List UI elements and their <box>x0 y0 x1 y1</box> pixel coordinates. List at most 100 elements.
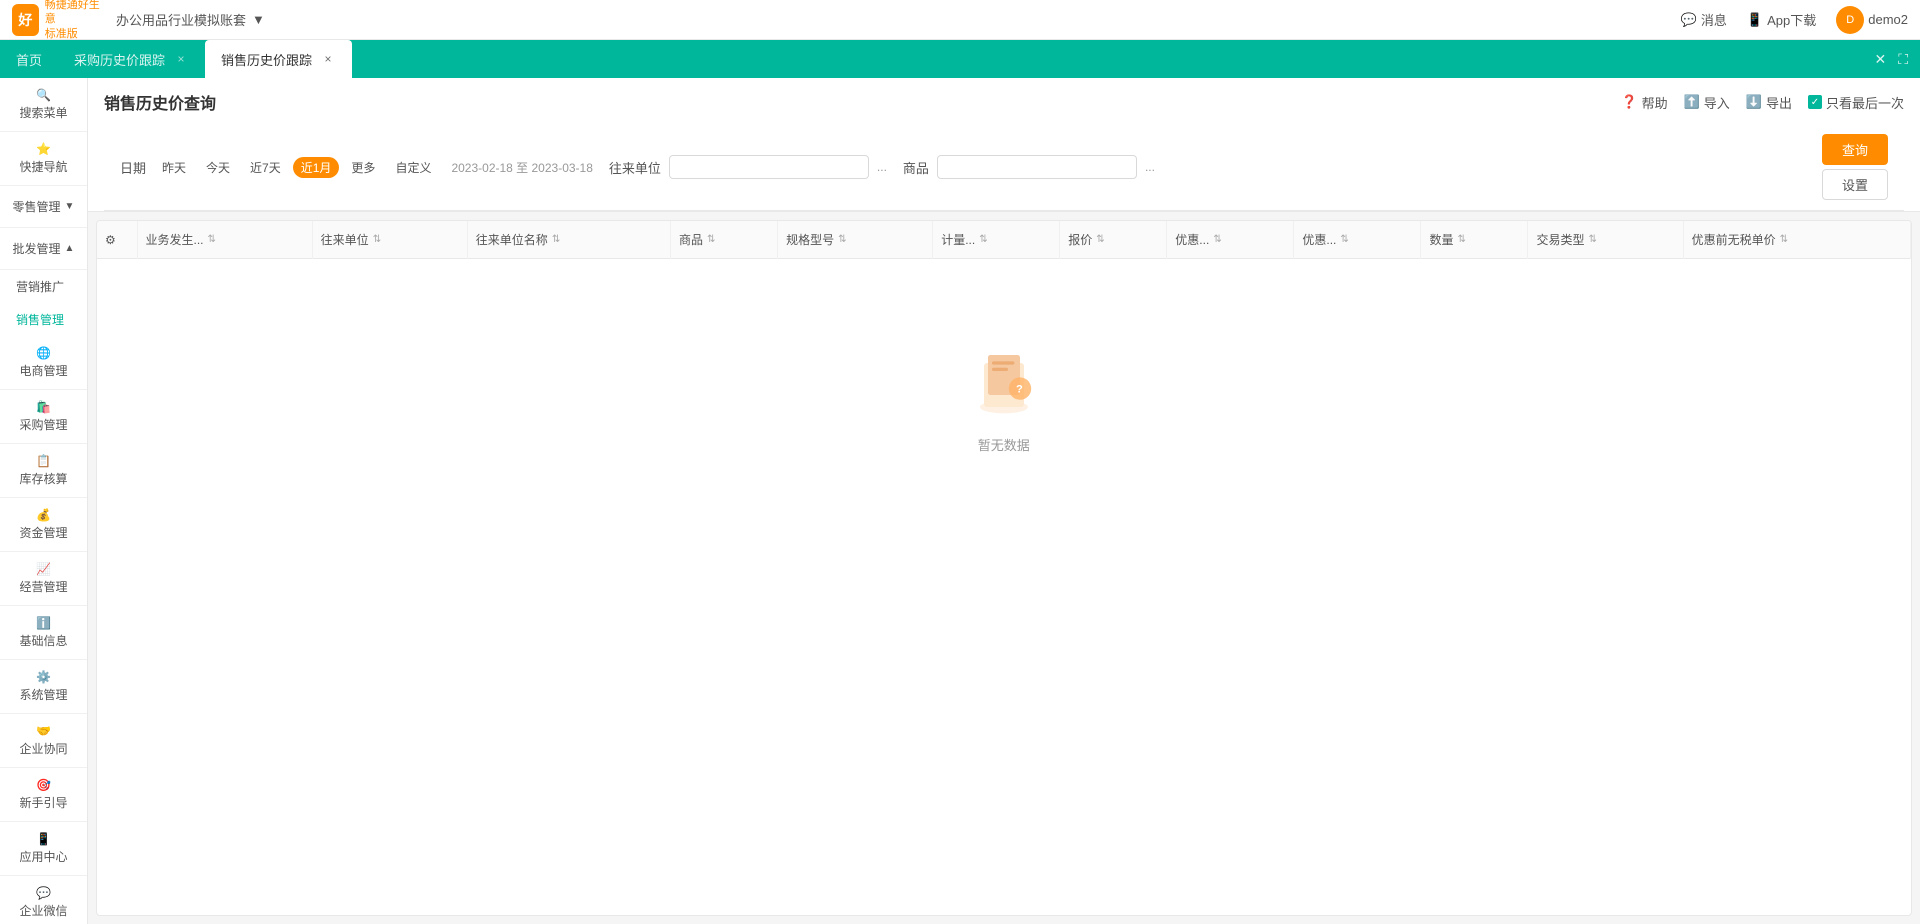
page-header: 销售历史价查询 ❓ 帮助 ⬆️ 导入 ⬇️ 导出 ✓ <box>88 78 1920 212</box>
tab-bar-actions: ✕ ⛶ <box>1870 47 1920 72</box>
table-col-unit[interactable]: 计量... ⇅ <box>933 221 1060 259</box>
top-header: 好 畅捷通好生意 标准版 办公用品行业模拟账套 ▼ 💬 消息 📱 App下载 D… <box>0 0 1920 40</box>
sort-icon-counterpart-name: ⇅ <box>552 234 560 245</box>
empty-state-icon: ? <box>964 339 1044 419</box>
table-col-biz-date[interactable]: 业务发生... ⇅ <box>137 221 312 259</box>
data-table: ⚙ 业务发生... ⇅ 往来单位 ⇅ <box>97 221 1911 534</box>
tab-home[interactable]: 首页 <box>0 40 58 78</box>
search-icon: 🔍 <box>36 88 51 102</box>
sidebar-item-newbie[interactable]: 🎯 新手引导 <box>0 768 87 822</box>
import-button[interactable]: ⬆️ 导入 <box>1684 93 1730 112</box>
table-col-discount1[interactable]: 优惠... ⇅ <box>1167 221 1294 259</box>
date-tab-custom[interactable]: 自定义 <box>387 157 439 178</box>
query-button[interactable]: 查询 <box>1822 134 1888 165</box>
table-body: ? 暂无数据 <box>97 259 1911 535</box>
maximize-tab-action[interactable]: ⛶ <box>1894 47 1912 72</box>
sidebar-item-operation[interactable]: 📈 经营管理 <box>0 552 87 606</box>
date-tab-1month[interactable]: 近1月 <box>293 157 340 178</box>
sidebar: 🔍 搜索菜单 ⭐ 快捷导航 零售管理 ▼ 批发管理 ▲ 营销推广 销售管理 🌐 … <box>0 78 88 924</box>
close-tab-action[interactable]: ✕ <box>1870 47 1890 72</box>
export-button[interactable]: ⬇️ 导出 <box>1746 93 1792 112</box>
logo-icon: 好 <box>12 4 39 36</box>
counterpart-dots[interactable]: ... <box>877 160 887 174</box>
sidebar-item-finance[interactable]: 💰 资金管理 <box>0 498 87 552</box>
guide-icon: 🎯 <box>36 778 51 792</box>
info-icon: ℹ️ <box>36 616 51 630</box>
date-tab-today[interactable]: 今天 <box>198 157 238 178</box>
checkbox-icon: ✓ <box>1808 95 1822 109</box>
product-input[interactable] <box>937 155 1137 179</box>
only-last-checkbox[interactable]: ✓ 只看最后一次 <box>1808 93 1904 112</box>
sort-icon-quoted-price: ⇅ <box>1096 234 1104 245</box>
sidebar-item-enterprise-wechat[interactable]: 💬 企业微信 <box>0 876 87 924</box>
counterpart-input[interactable] <box>669 155 869 179</box>
sidebar-sub-marketing[interactable]: 营销推广 <box>0 270 87 303</box>
date-tab-yesterday[interactable]: 昨天 <box>154 157 194 178</box>
message-button[interactable]: 💬 消息 <box>1681 10 1727 29</box>
sort-icon-discount1: ⇅ <box>1213 234 1221 245</box>
sidebar-item-purchase[interactable]: 🛍️ 采购管理 <box>0 390 87 444</box>
date-tab-7days[interactable]: 近7天 <box>242 157 289 178</box>
sidebar-item-enterprise-collab[interactable]: 🤝 企业协同 <box>0 714 87 768</box>
table-container: ⚙ 业务发生... ⇅ 往来单位 ⇅ <box>96 220 1912 916</box>
sidebar-item-search[interactable]: 🔍 搜索菜单 <box>0 78 87 132</box>
chevron-right-icon: ▼ <box>65 201 75 212</box>
table-col-product[interactable]: 商品 ⇅ <box>671 221 778 259</box>
filter-bar: 日期 昨天 今天 近7天 近1月 更多 自定义 2023-02-18 至 202… <box>104 124 1904 211</box>
sidebar-item-inventory[interactable]: 📋 库存核算 <box>0 444 87 498</box>
tab-sales-history[interactable]: 销售历史价跟踪 × <box>205 40 352 78</box>
sort-icon-biz-date: ⇅ <box>208 234 216 245</box>
date-tabs: 昨天 今天 近7天 近1月 更多 自定义 <box>154 157 439 178</box>
sidebar-item-basic-info[interactable]: ℹ️ 基础信息 <box>0 606 87 660</box>
sort-icon-product: ⇅ <box>707 234 715 245</box>
table-col-spec[interactable]: 规格型号 ⇅ <box>778 221 933 259</box>
sidebar-item-app-center[interactable]: 📱 应用中心 <box>0 822 87 876</box>
user-avatar[interactable]: D demo2 <box>1836 6 1908 34</box>
export-icon: ⬇️ <box>1746 94 1762 110</box>
gear-icon: ⚙️ <box>36 670 51 684</box>
counterpart-label: 往来单位 <box>609 158 661 177</box>
table-col-discount2[interactable]: 优惠... ⇅ <box>1294 221 1421 259</box>
inventory-icon: 📋 <box>36 454 51 468</box>
tab-close-sales[interactable]: × <box>320 51 336 67</box>
table-col-transaction-type[interactable]: 交易类型 ⇅ <box>1528 221 1683 259</box>
sidebar-item-retail[interactable]: 零售管理 ▼ <box>0 186 87 228</box>
product-dots[interactable]: ... <box>1145 160 1155 174</box>
table-col-counterpart-code[interactable]: 往来单位 ⇅ <box>312 221 467 259</box>
chevron-down-icon: ▼ <box>252 12 265 27</box>
table-col-settings[interactable]: ⚙ <box>97 221 137 259</box>
svg-text:?: ? <box>1016 384 1023 396</box>
sidebar-item-wholesale[interactable]: 批发管理 ▲ <box>0 228 87 270</box>
sidebar-sub-sales-mgmt[interactable]: 销售管理 <box>0 303 87 336</box>
sort-icon-spec: ⇅ <box>838 234 846 245</box>
app-selector[interactable]: 办公用品行业模拟账套 ▼ <box>108 6 273 33</box>
sidebar-item-ecommerce[interactable]: 🌐 电商管理 <box>0 336 87 390</box>
app-download-button[interactable]: 📱 App下载 <box>1747 10 1816 29</box>
finance-icon: 💰 <box>36 508 51 522</box>
tab-close-purchase[interactable]: × <box>173 51 189 67</box>
import-icon: ⬆️ <box>1684 94 1700 110</box>
table-col-pre-tax-price[interactable]: 优惠前无税单价 ⇅ <box>1683 221 1910 259</box>
date-label: 日期 <box>120 158 146 177</box>
sidebar-item-quick-nav[interactable]: ⭐ 快捷导航 <box>0 132 87 186</box>
sort-icon-quantity: ⇅ <box>1457 234 1465 245</box>
tab-purchase-history[interactable]: 采购历史价跟踪 × <box>58 40 205 78</box>
empty-state: ? 暂无数据 <box>97 259 1911 534</box>
chevron-up-icon: ▲ <box>65 243 75 254</box>
purchase-icon: 🛍️ <box>36 400 51 414</box>
date-tab-more[interactable]: 更多 <box>343 157 383 178</box>
avatar-icon: D <box>1836 6 1864 34</box>
date-range-display: 2023-02-18 至 2023-03-18 <box>451 159 592 176</box>
star-icon: ⭐ <box>36 142 51 156</box>
product-label: 商品 <box>903 158 929 177</box>
page-title-row: 销售历史价查询 ❓ 帮助 ⬆️ 导入 ⬇️ 导出 ✓ <box>104 90 1904 124</box>
table-col-quantity[interactable]: 数量 ⇅ <box>1421 221 1528 259</box>
table-col-quoted-price[interactable]: 报价 ⇅ <box>1060 221 1167 259</box>
sidebar-item-system[interactable]: ⚙️ 系统管理 <box>0 660 87 714</box>
page-title: 销售历史价查询 <box>104 90 216 114</box>
empty-text: 暂无数据 <box>978 435 1030 454</box>
sort-icon-unit: ⇅ <box>979 234 987 245</box>
help-button[interactable]: ❓ 帮助 <box>1621 93 1667 112</box>
settings-button[interactable]: 设置 <box>1822 169 1888 200</box>
table-col-counterpart-name[interactable]: 往来单位名称 ⇅ <box>467 221 670 259</box>
